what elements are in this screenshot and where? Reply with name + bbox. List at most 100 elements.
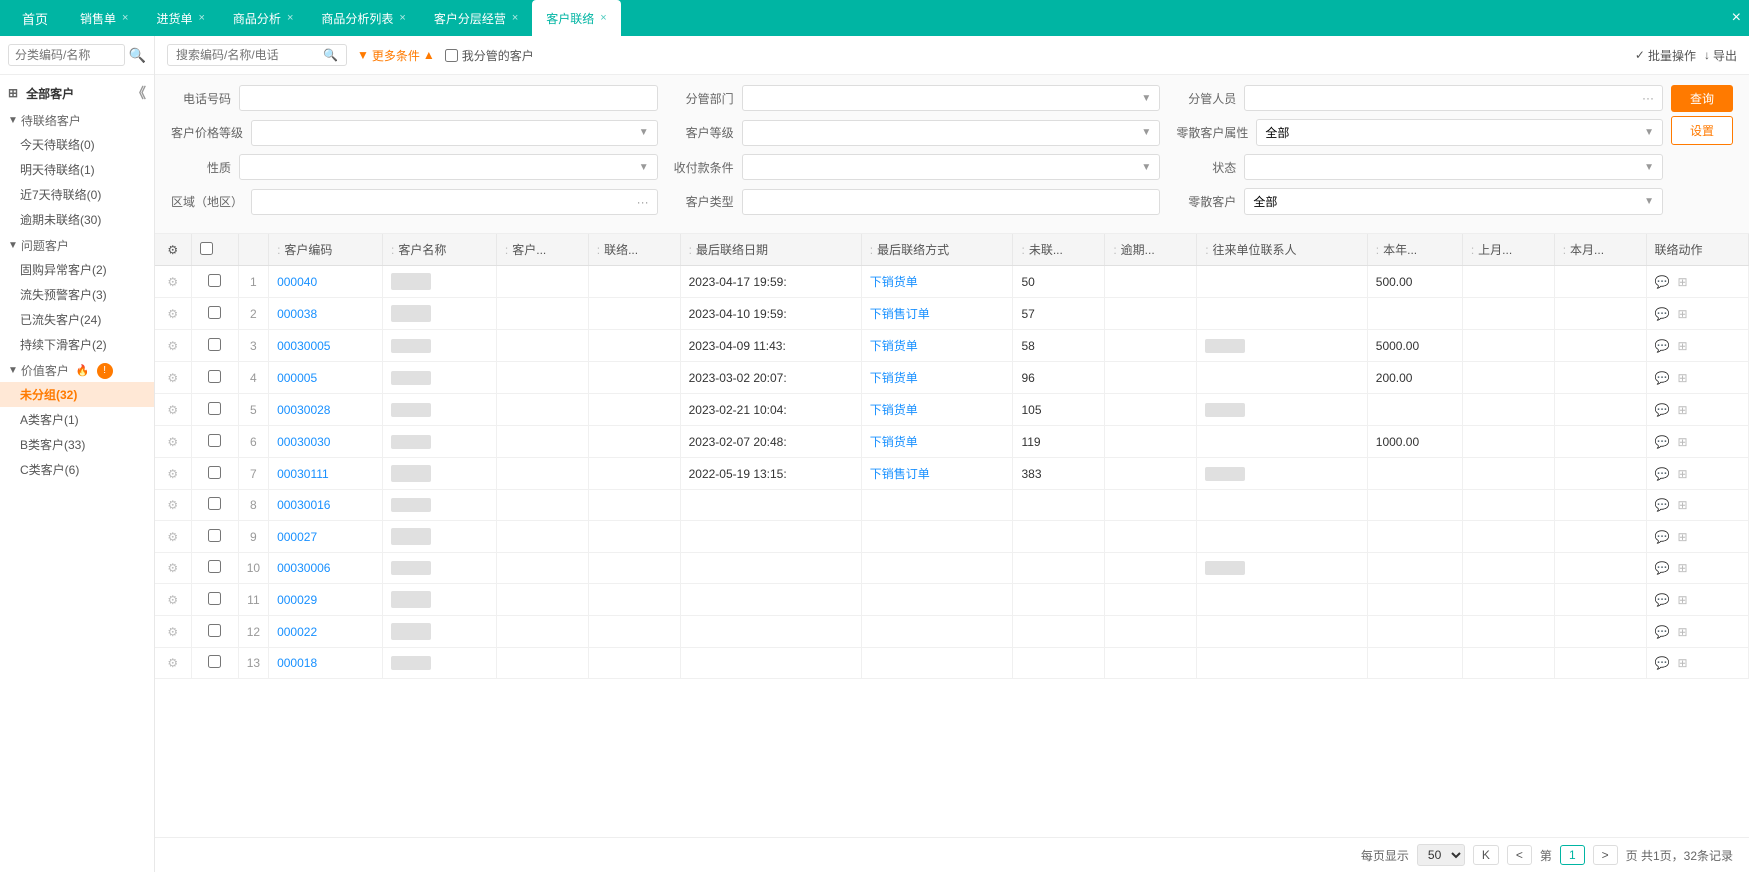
row-checkbox[interactable] bbox=[208, 497, 221, 510]
sidebar-search-icon[interactable]: 🔍 bbox=[129, 47, 146, 64]
grid-action-icon[interactable]: ⊞ bbox=[1678, 339, 1688, 353]
sidebar-all-customers[interactable]: ⊞ 全部客户 《 bbox=[0, 75, 154, 107]
grid-action-icon[interactable]: ⊞ bbox=[1678, 467, 1688, 481]
col-contact-header[interactable]: :联络... bbox=[588, 234, 680, 266]
sidebar-item-purchase-abnormal[interactable]: 固购异常客户(2) bbox=[0, 257, 154, 282]
my-customers-checkbox[interactable] bbox=[445, 49, 458, 62]
row-last-type[interactable]: 下销货单 bbox=[861, 330, 1013, 362]
grid-action-icon[interactable]: ⊞ bbox=[1678, 625, 1688, 639]
filter-dept-select[interactable]: ▼ bbox=[742, 85, 1161, 111]
filter-scatter-select[interactable]: 全部 ▼ bbox=[1256, 119, 1663, 146]
row-code[interactable]: 000005 bbox=[269, 362, 383, 394]
row-code[interactable]: 00030016 bbox=[269, 490, 383, 521]
row-code[interactable]: 000038 bbox=[269, 298, 383, 330]
row-checkbox-cell[interactable] bbox=[191, 648, 238, 679]
close-tab-analysis-list-icon[interactable]: × bbox=[399, 12, 405, 24]
row-checkbox[interactable] bbox=[208, 274, 221, 287]
filter-retail-select[interactable]: 全部 ▼ bbox=[1244, 188, 1663, 215]
close-window-icon[interactable]: × bbox=[1732, 9, 1741, 27]
close-tab-analysis-icon[interactable]: × bbox=[287, 12, 293, 24]
row-checkbox-cell[interactable] bbox=[191, 266, 238, 298]
close-tab-sales-icon[interactable]: × bbox=[122, 12, 128, 24]
row-checkbox-cell[interactable] bbox=[191, 521, 238, 553]
row-last-type[interactable] bbox=[861, 648, 1013, 679]
grid-action-icon[interactable]: ⊞ bbox=[1678, 656, 1688, 670]
col-company-contact-header[interactable]: :往来单位联系人 bbox=[1197, 234, 1368, 266]
chat-icon[interactable]: 💬 bbox=[1655, 530, 1670, 544]
col-this-year-header[interactable]: :本年... bbox=[1367, 234, 1462, 266]
row-code[interactable]: 00030030 bbox=[269, 426, 383, 458]
chat-icon[interactable]: 💬 bbox=[1655, 339, 1670, 353]
close-tab-purchase-icon[interactable]: × bbox=[198, 12, 204, 24]
col-type-header[interactable]: :客户... bbox=[496, 234, 588, 266]
main-search-input[interactable] bbox=[176, 48, 319, 62]
filter-manager-input[interactable]: ··· bbox=[1244, 85, 1663, 111]
page-size-select[interactable]: 50 bbox=[1417, 844, 1465, 866]
row-last-type[interactable]: 下销货单 bbox=[861, 362, 1013, 394]
sidebar-item-declining[interactable]: 持续下滑客户(2) bbox=[0, 332, 154, 357]
col-code-header[interactable]: :客户编码 bbox=[269, 234, 383, 266]
nav-home[interactable]: 首页 bbox=[8, 0, 62, 36]
chat-icon[interactable]: 💬 bbox=[1655, 403, 1670, 417]
row-last-type[interactable]: 下销货单 bbox=[861, 426, 1013, 458]
close-tab-contact-icon[interactable]: × bbox=[600, 12, 606, 24]
col-last-type-header[interactable]: :最后联络方式 bbox=[861, 234, 1013, 266]
row-checkbox[interactable] bbox=[208, 338, 221, 351]
filter-status-select[interactable]: ▼ bbox=[1244, 154, 1663, 180]
chat-icon[interactable]: 💬 bbox=[1655, 275, 1670, 289]
col-overdue-header[interactable]: :逾期... bbox=[1105, 234, 1197, 266]
col-settings[interactable]: ⚙ bbox=[155, 234, 191, 266]
row-checkbox[interactable] bbox=[208, 402, 221, 415]
row-checkbox-cell[interactable] bbox=[191, 616, 238, 648]
more-conditions-btn[interactable]: ▼ 更多条件 ▲ bbox=[357, 47, 435, 64]
grid-action-icon[interactable]: ⊞ bbox=[1678, 371, 1688, 385]
row-checkbox-cell[interactable] bbox=[191, 426, 238, 458]
row-last-type[interactable]: 下销货单 bbox=[861, 266, 1013, 298]
select-all-checkbox[interactable] bbox=[200, 242, 213, 255]
chat-icon[interactable]: 💬 bbox=[1655, 561, 1670, 575]
row-code[interactable]: 00030005 bbox=[269, 330, 383, 362]
export-btn[interactable]: ↓ 导出 bbox=[1704, 47, 1737, 64]
row-last-type[interactable] bbox=[861, 521, 1013, 553]
chat-icon[interactable]: 💬 bbox=[1655, 656, 1670, 670]
row-last-type[interactable] bbox=[861, 616, 1013, 648]
row-code[interactable]: 000040 bbox=[269, 266, 383, 298]
row-checkbox[interactable] bbox=[208, 560, 221, 573]
row-code[interactable]: 00030111 bbox=[269, 458, 383, 490]
row-last-type[interactable] bbox=[861, 584, 1013, 616]
row-checkbox-cell[interactable] bbox=[191, 553, 238, 584]
row-checkbox-cell[interactable] bbox=[191, 394, 238, 426]
grid-action-icon[interactable]: ⊞ bbox=[1678, 561, 1688, 575]
chat-icon[interactable]: 💬 bbox=[1655, 498, 1670, 512]
grid-action-icon[interactable]: ⊞ bbox=[1678, 435, 1688, 449]
nav-tab-sales[interactable]: 销售单 × bbox=[66, 0, 142, 36]
row-code[interactable]: 000027 bbox=[269, 521, 383, 553]
sidebar-item-b-class[interactable]: B类客户(33) bbox=[0, 432, 154, 457]
row-checkbox-cell[interactable] bbox=[191, 330, 238, 362]
row-checkbox-cell[interactable] bbox=[191, 298, 238, 330]
col-this-month-header[interactable]: :本月... bbox=[1554, 234, 1646, 266]
row-last-type[interactable]: 下销货单 bbox=[861, 394, 1013, 426]
sidebar-item-week[interactable]: 近7天待联络(0) bbox=[0, 182, 154, 207]
row-checkbox[interactable] bbox=[208, 592, 221, 605]
row-last-type[interactable] bbox=[861, 490, 1013, 521]
chat-icon[interactable]: 💬 bbox=[1655, 625, 1670, 639]
row-checkbox[interactable] bbox=[208, 529, 221, 542]
row-checkbox[interactable] bbox=[208, 655, 221, 668]
grid-action-icon[interactable]: ⊞ bbox=[1678, 498, 1688, 512]
col-name-header[interactable]: :客户名称 bbox=[382, 234, 496, 266]
main-search-box[interactable]: 🔍 bbox=[167, 44, 347, 66]
filter-price-select[interactable]: ▼ bbox=[251, 120, 658, 146]
row-code[interactable]: 00030006 bbox=[269, 553, 383, 584]
batch-operation-btn[interactable]: ✓ 批量操作 bbox=[1635, 47, 1696, 64]
filter-level-select[interactable]: ▼ bbox=[742, 120, 1161, 146]
row-checkbox[interactable] bbox=[208, 306, 221, 319]
sidebar-item-churn-warning[interactable]: 流失预警客户(3) bbox=[0, 282, 154, 307]
sidebar-item-today[interactable]: 今天待联络(0) bbox=[0, 132, 154, 157]
main-search-icon[interactable]: 🔍 bbox=[323, 48, 338, 62]
filter-phone-input[interactable] bbox=[239, 85, 658, 111]
row-code[interactable]: 00030028 bbox=[269, 394, 383, 426]
sidebar-item-lost[interactable]: 已流失客户(24) bbox=[0, 307, 154, 332]
my-customers-checkbox-label[interactable]: 我分管的客户 bbox=[445, 47, 534, 64]
row-checkbox[interactable] bbox=[208, 370, 221, 383]
